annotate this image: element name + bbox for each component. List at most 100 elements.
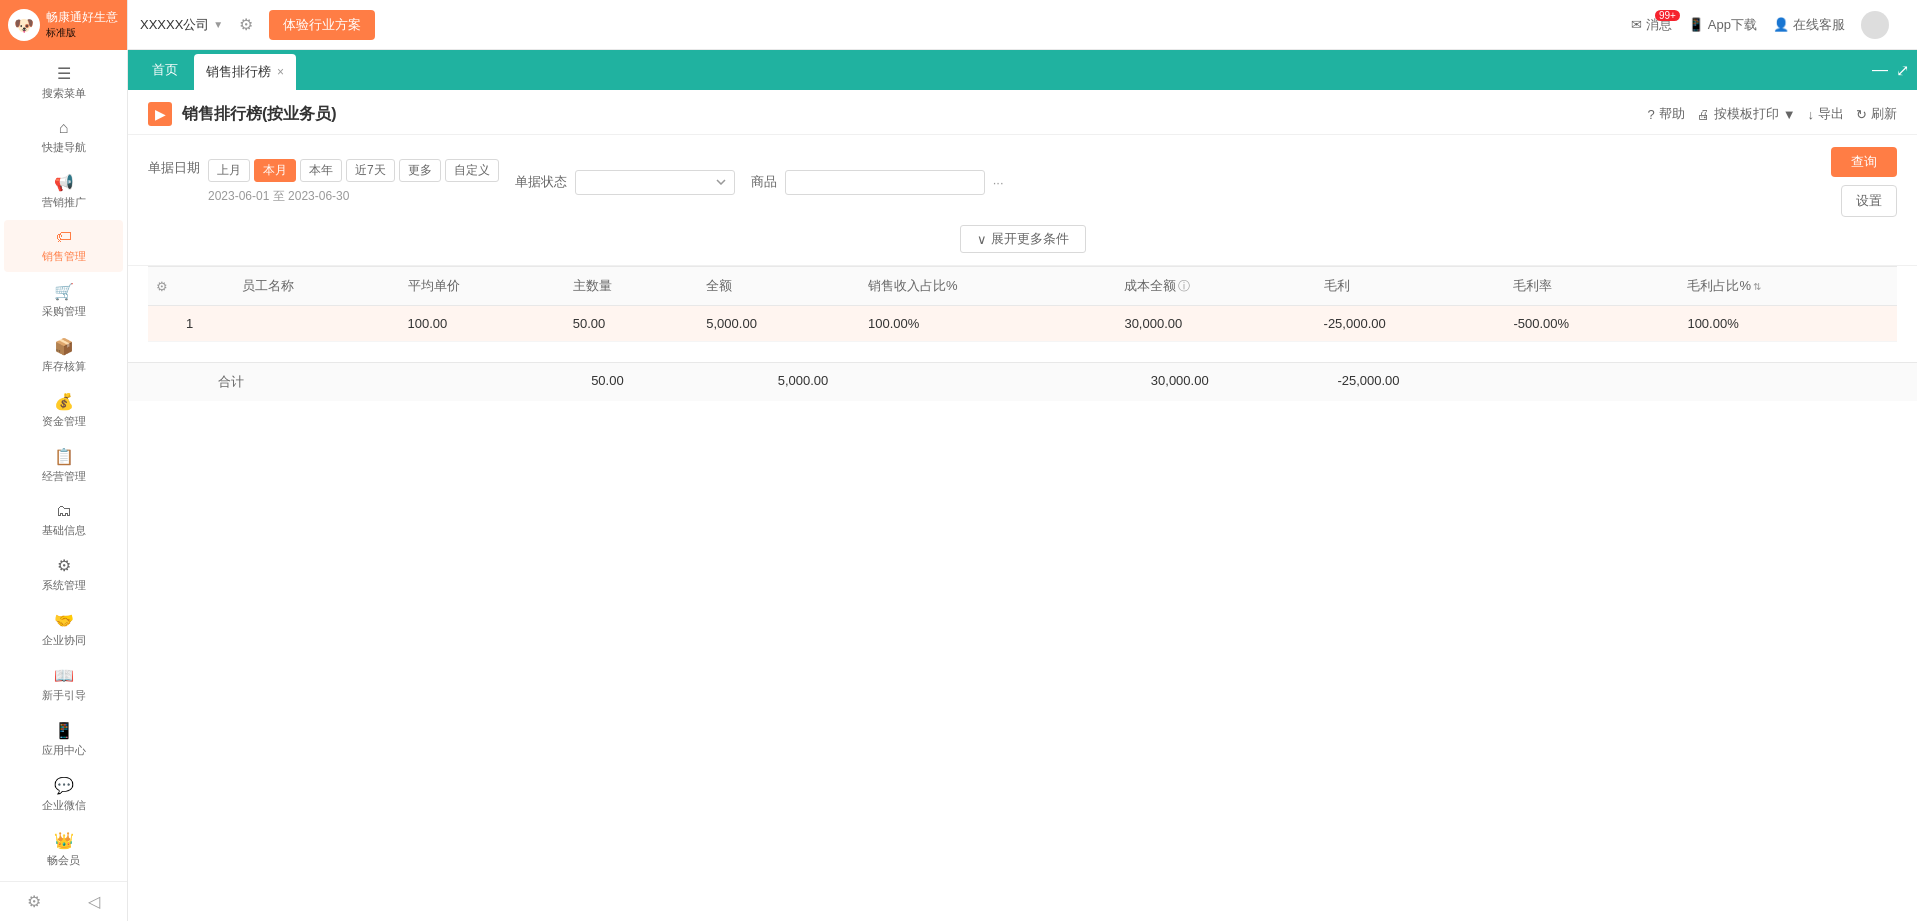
export-label: 导出 xyxy=(1818,105,1844,123)
print-button[interactable]: 🖨 按模板打印 ▼ xyxy=(1697,105,1796,123)
back-button[interactable]: ▶ xyxy=(148,102,172,126)
company-selector[interactable]: XXXXX公司 ▼ xyxy=(140,16,223,34)
sidebar-item-marketing[interactable]: 📢 营销推广 xyxy=(4,165,123,218)
company-name: XXXXX公司 xyxy=(140,16,209,34)
th-amount: 全额 xyxy=(698,267,860,306)
inventory-icon: 📦 xyxy=(54,337,74,356)
sidebar-item-search-order[interactable]: ☰ 搜索菜单 xyxy=(4,56,123,109)
settings-button[interactable]: 设置 xyxy=(1841,185,1897,217)
export-button[interactable]: ↓ 导出 xyxy=(1808,105,1845,123)
date-btn-more[interactable]: 自定义 xyxy=(445,159,499,182)
print-icon: 🖨 xyxy=(1697,107,1710,122)
query-button[interactable]: 查询 xyxy=(1831,147,1897,177)
online-service-button[interactable]: 👤 在线客服 xyxy=(1773,16,1845,34)
logo-title: 畅康通好生意 xyxy=(46,10,118,26)
sidebar-item-inventory[interactable]: 📦 库存核算 xyxy=(4,329,123,382)
export-icon: ↓ xyxy=(1808,107,1815,122)
help-button[interactable]: ? 帮助 xyxy=(1647,105,1684,123)
sidebar-item-app-center[interactable]: 📱 应用中心 xyxy=(4,713,123,766)
sidebar-item-new-user-guide[interactable]: 📖 新手引导 xyxy=(4,658,123,711)
filter-row: 单据日期 上月 本月 本年 近7天 更多 自定义 2023- xyxy=(148,147,1897,217)
sidebar-settings-icon[interactable]: ⚙ xyxy=(27,892,41,911)
th-avg-price: 平均单价 xyxy=(400,267,565,306)
tab-minimize-icon[interactable]: — xyxy=(1872,61,1888,79)
status-filter-label: 单据状态 xyxy=(515,173,567,191)
app-download-button[interactable]: 📱 App下载 xyxy=(1688,16,1757,34)
filter-expand-row: ∨ 展开更多条件 xyxy=(148,225,1897,253)
service-icon: 👤 xyxy=(1773,17,1789,32)
th-rank xyxy=(178,267,234,306)
message-button[interactable]: ✉ 消息 99+ xyxy=(1631,16,1672,34)
goods-more-icon[interactable]: ··· xyxy=(993,175,1004,190)
content-area: ▶ 销售排行榜(按业务员) ? 帮助 🖨 按模板打印 ▼ ↓ 导 xyxy=(128,90,1917,921)
sidebar-item-label: 新手引导 xyxy=(42,688,86,703)
topbar: XXXXX公司 ▼ ⚙ 体验行业方案 ✉ 消息 99+ 📱 App下载 👤 在线… xyxy=(128,0,1917,50)
sidebar-item-finance[interactable]: 💰 资金管理 xyxy=(4,384,123,437)
user-avatar[interactable] xyxy=(1861,11,1889,39)
sidebar-bottom: ⚙ ◁ xyxy=(0,881,127,921)
status-select[interactable] xyxy=(575,170,735,195)
expand-more-label: 展开更多条件 xyxy=(991,230,1069,248)
sidebar-item-label: 畅会员 xyxy=(47,853,80,868)
system-mgmt-icon: ⚙ xyxy=(57,556,71,575)
sidebar-item-label: 经营管理 xyxy=(42,469,86,484)
tab-home[interactable]: 首页 xyxy=(136,50,194,90)
message-badge: 99+ xyxy=(1655,10,1680,21)
goods-filter: 商品 ··· xyxy=(751,170,1004,195)
company-dropdown-icon: ▼ xyxy=(213,19,223,30)
sidebar-item-enterprise-collab[interactable]: 🤝 企业协同 xyxy=(4,603,123,656)
cell-amount: 5,000.00 xyxy=(698,306,860,342)
sidebar-item-member[interactable]: 👑 畅会员 xyxy=(4,823,123,876)
sidebar-item-label: 企业协同 xyxy=(42,633,86,648)
cost-amount-info-icon[interactable]: ⓘ xyxy=(1178,278,1190,295)
expand-more-button[interactable]: ∨ 展开更多条件 xyxy=(960,225,1086,253)
th-employee-name: 员工名称 xyxy=(234,267,399,306)
help-icon: ? xyxy=(1647,107,1654,122)
th-gross-pct: 毛利占比% ⇅ xyxy=(1679,267,1897,306)
sidebar-item-label: 应用中心 xyxy=(42,743,86,758)
sidebar-item-label: 销售管理 xyxy=(42,249,86,264)
column-settings-icon[interactable]: ⚙ xyxy=(156,279,168,294)
date-btn-7days[interactable]: 更多 xyxy=(399,159,441,182)
cell-settings xyxy=(148,306,178,342)
page-actions: ? 帮助 🖨 按模板打印 ▼ ↓ 导出 ↻ 刷新 xyxy=(1647,105,1897,123)
enterprise-collab-icon: 🤝 xyxy=(54,611,74,630)
service-label: 在线客服 xyxy=(1793,16,1845,34)
footer-avg-price xyxy=(397,373,584,391)
date-btn-active[interactable]: 本年 xyxy=(300,159,342,182)
footer-total-label: 合计 xyxy=(218,374,244,389)
cell-employee-name xyxy=(234,306,399,342)
date-btn-last-month[interactable]: 上月 xyxy=(208,159,250,182)
gross-pct-sort-icon[interactable]: ⇅ xyxy=(1753,281,1761,292)
refresh-button[interactable]: ↻ 刷新 xyxy=(1856,105,1897,123)
sidebar-item-basic-info[interactable]: 🗂 基础信息 xyxy=(4,494,123,546)
cell-gross-pct: 100.00% xyxy=(1679,306,1897,342)
topbar-settings-icon[interactable]: ⚙ xyxy=(239,15,253,34)
tab-close-icon[interactable]: × xyxy=(277,65,284,79)
finance-icon: 💰 xyxy=(54,392,74,411)
tab-maximize-icon[interactable]: ⤢ xyxy=(1896,61,1909,80)
page-inner: ▶ 销售排行榜(按业务员) ? 帮助 🖨 按模板打印 ▼ ↓ 导 xyxy=(128,90,1917,921)
sidebar-item-purchase-mgmt[interactable]: 🛒 采购管理 xyxy=(4,274,123,327)
sidebar-item-sales-mgmt[interactable]: 🏷 销售管理 xyxy=(4,220,123,272)
trial-button[interactable]: 体验行业方案 xyxy=(269,10,375,40)
sidebar-item-enterprise-wechat[interactable]: 💬 企业微信 xyxy=(4,768,123,821)
footer-amount: 5,000.00 xyxy=(770,373,957,391)
sidebar-collapse-icon[interactable]: ◁ xyxy=(88,892,100,911)
goods-input[interactable] xyxy=(785,170,985,195)
sidebar-item-quick-nav[interactable]: ⌂ 快捷导航 xyxy=(4,111,123,163)
enterprise-wechat-icon: 💬 xyxy=(54,776,74,795)
sidebar-logo: 🐶 畅康通好生意 标准版 xyxy=(0,0,127,50)
date-btn-this-year[interactable]: 近7天 xyxy=(346,159,395,182)
footer-gross-profit: -25,000.00 xyxy=(1329,373,1516,391)
sidebar-item-system-mgmt[interactable]: ⚙ 系统管理 xyxy=(4,548,123,601)
status-filter: 单据状态 xyxy=(515,170,735,195)
purchase-mgmt-icon: 🛒 xyxy=(54,282,74,301)
cell-rank: 1 xyxy=(178,306,234,342)
table-body: 1 100.00 50.00 5,000.00 100.00% 30,000.0… xyxy=(148,306,1897,342)
date-filter-label: 单据日期 xyxy=(148,159,200,177)
tab-sales-ranking[interactable]: 销售排行榜 × xyxy=(194,54,296,90)
date-btn-this-month[interactable]: 本月 xyxy=(254,159,296,182)
sidebar-item-ops-mgmt[interactable]: 📋 经营管理 xyxy=(4,439,123,492)
help-label: 帮助 xyxy=(1659,105,1685,123)
